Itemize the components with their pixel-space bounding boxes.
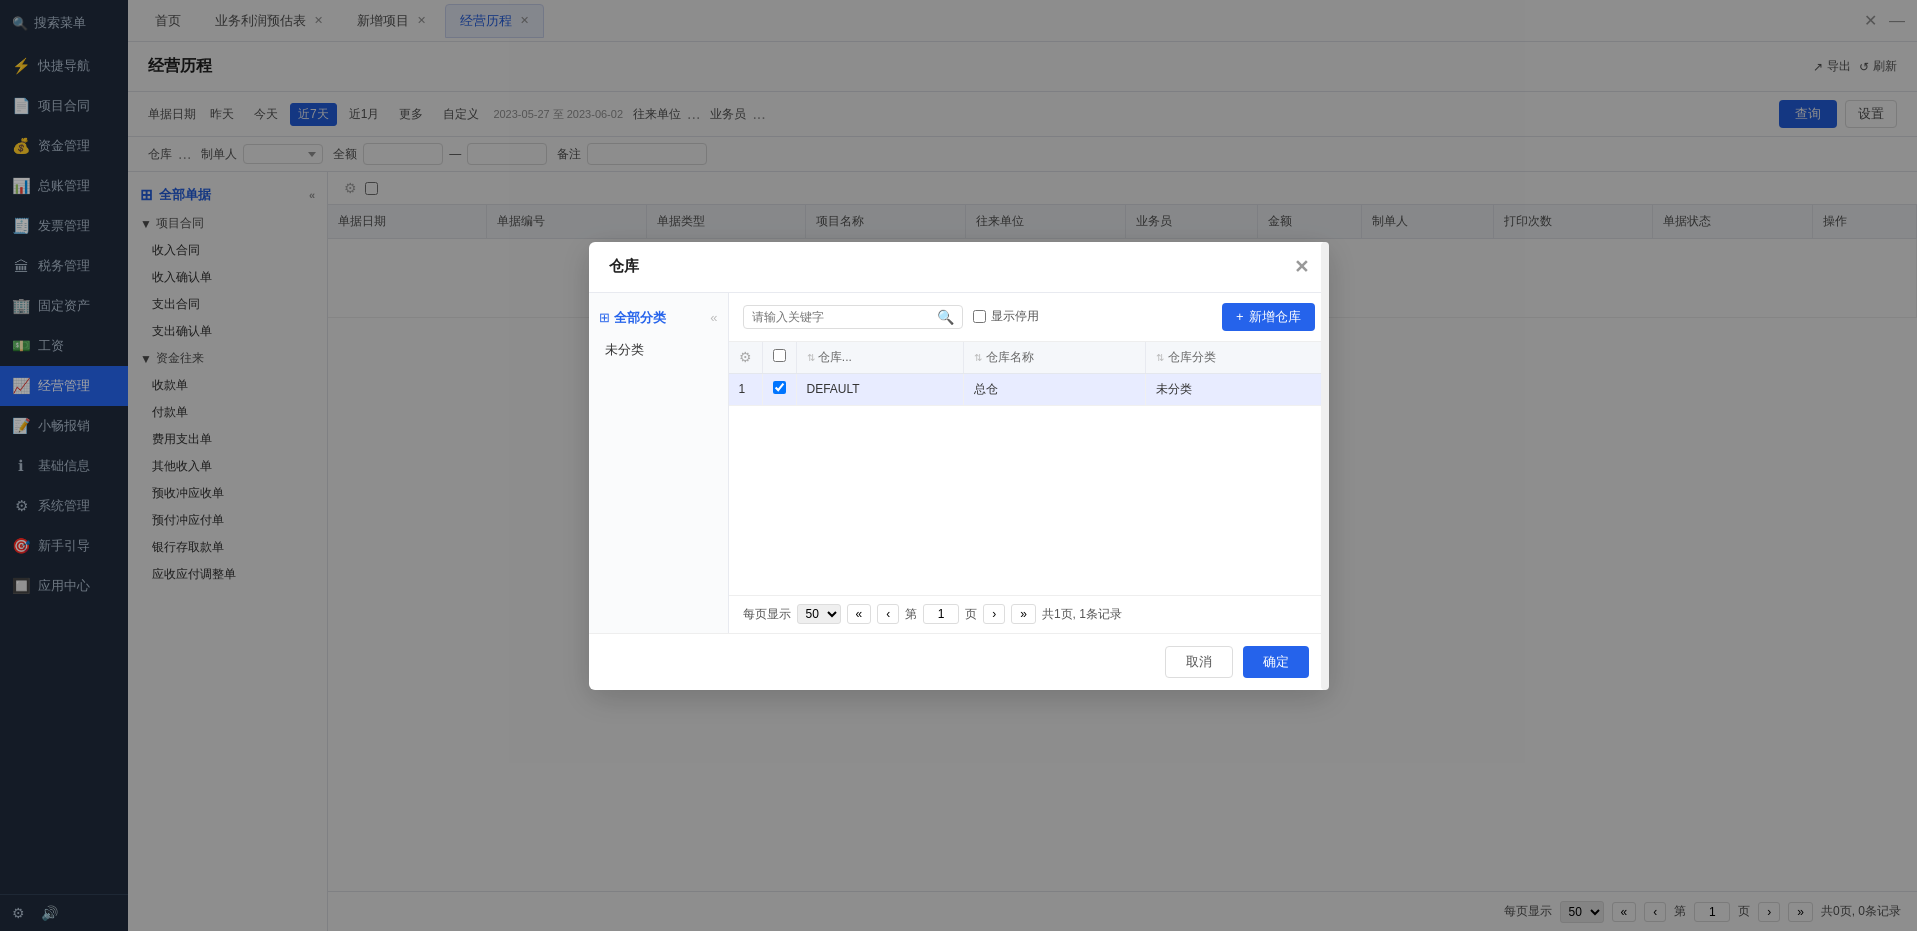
- th-warehouse-category: ⇅ 仓库分类: [1146, 342, 1328, 374]
- modal-search-box: 🔍: [743, 305, 963, 329]
- modal-last-page-btn[interactable]: »: [1011, 604, 1036, 624]
- modal-row-index: 1: [729, 373, 763, 405]
- modal-search-input[interactable]: [752, 310, 931, 324]
- modal-toolbar: 🔍 显示停用 + 新增仓库: [729, 293, 1329, 342]
- modal-current-page-input[interactable]: [923, 604, 959, 624]
- modal-config-icon[interactable]: ⚙: [739, 349, 752, 365]
- modal-row-code: DEFAULT: [796, 373, 964, 405]
- modal-next-page-btn[interactable]: ›: [983, 604, 1005, 624]
- th-modal-checkbox: [762, 342, 796, 374]
- modal-body: ⊞ 全部分类 « 未分类 🔍: [589, 293, 1329, 633]
- modal-warehouse-table: ⚙ ⇅ 仓库... ⇅: [729, 342, 1329, 406]
- modal-per-page-label: 每页显示: [743, 606, 791, 623]
- modal-row-checkbox[interactable]: [773, 381, 786, 394]
- modal-left-expand-icon: ⊞: [599, 310, 610, 325]
- modal-table-header-row: ⚙ ⇅ 仓库... ⇅: [729, 342, 1329, 374]
- modal-row-checkbox-cell: [762, 373, 796, 405]
- sort-icon-cat: ⇅: [1156, 352, 1164, 363]
- th-warehouse-code: ⇅ 仓库...: [796, 342, 964, 374]
- modal-all-category-label[interactable]: 全部分类: [614, 309, 666, 327]
- modal-table-row[interactable]: 1 DEFAULT 总仓 未分类: [729, 373, 1329, 405]
- modal-uncategorized-item[interactable]: 未分类: [589, 333, 728, 367]
- show-disabled-label: 显示停用: [973, 308, 1039, 325]
- cancel-button[interactable]: 取消: [1165, 646, 1233, 678]
- modal-select-all-checkbox[interactable]: [773, 349, 786, 362]
- modal-prev-page-btn[interactable]: ‹: [877, 604, 899, 624]
- confirm-button[interactable]: 确定: [1243, 646, 1309, 678]
- add-warehouse-button[interactable]: + 新增仓库: [1222, 303, 1315, 331]
- modal-header: 仓库 ✕: [589, 242, 1329, 293]
- add-warehouse-label: 新增仓库: [1249, 308, 1301, 326]
- add-warehouse-plus-icon: +: [1236, 309, 1244, 324]
- modal-title: 仓库: [609, 257, 639, 276]
- modal-pagination: 每页显示 50 « ‹ 第 页 › » 共1页, 1条记录: [729, 595, 1329, 633]
- modal-search-icon: 🔍: [937, 309, 954, 325]
- show-disabled-text: 显示停用: [991, 308, 1039, 325]
- modal-overlay: 仓库 ✕ ⊞ 全部分类 « 未分类: [0, 0, 1917, 931]
- modal-per-page-select[interactable]: 50: [797, 604, 841, 624]
- modal-table-area: ⚙ ⇅ 仓库... ⇅: [729, 342, 1329, 595]
- modal-page-label: 页: [965, 606, 977, 623]
- th-warehouse-name: ⇅ 仓库名称: [964, 342, 1146, 374]
- show-disabled-checkbox[interactable]: [973, 310, 986, 323]
- warehouse-modal: 仓库 ✕ ⊞ 全部分类 « 未分类: [589, 242, 1329, 690]
- sort-icon-code: ⇅: [807, 352, 815, 363]
- modal-first-page-btn[interactable]: «: [847, 604, 872, 624]
- modal-close-btn[interactable]: ✕: [1294, 256, 1309, 278]
- modal-row-category: 未分类: [1146, 373, 1328, 405]
- th-modal-config: ⚙: [729, 342, 763, 374]
- modal-page-word: 第: [905, 606, 917, 623]
- sort-icon-name: ⇅: [974, 352, 982, 363]
- modal-left-panel: ⊞ 全部分类 « 未分类: [589, 293, 729, 633]
- modal-left-collapse-btn[interactable]: «: [710, 310, 717, 325]
- modal-total-label: 共1页, 1条记录: [1042, 606, 1122, 623]
- modal-uncategorized-label: 未分类: [605, 341, 644, 359]
- modal-right-panel: 🔍 显示停用 + 新增仓库: [729, 293, 1329, 633]
- modal-footer: 取消 确定: [589, 633, 1329, 690]
- modal-row-name: 总仓: [964, 373, 1146, 405]
